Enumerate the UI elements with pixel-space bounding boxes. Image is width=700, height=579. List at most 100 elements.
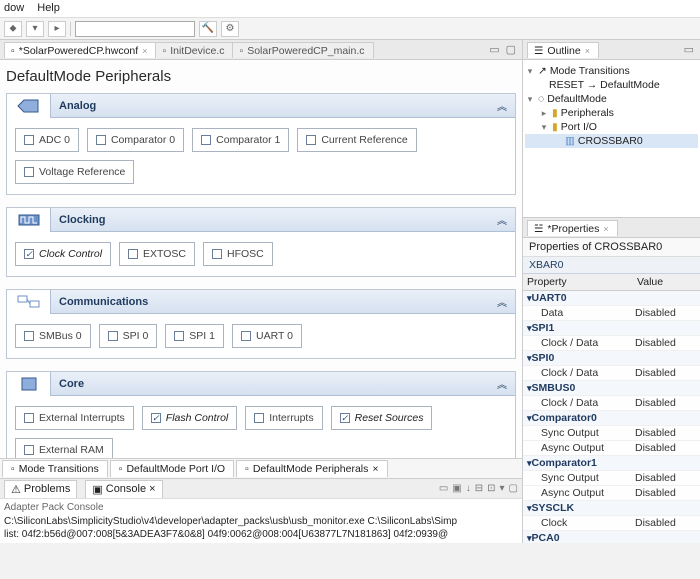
tab-icon: ▫ [11,463,15,475]
properties-tab[interactable]: ☱*Properties× [527,220,618,236]
peripheral-checkbox[interactable]: Voltage Reference [15,160,134,184]
console-tool-7[interactable]: ▢ [509,483,518,494]
peripheral-checkbox[interactable]: Comparator 0 [87,128,184,152]
editor-tab[interactable]: ▫SolarPoweredCP_main.c [232,42,373,58]
console-tool-6[interactable]: ▾ [500,483,505,494]
bars-icon: ▥ [565,135,575,147]
property-row[interactable]: Clock / DataDisabled [523,396,700,411]
property-category[interactable]: ▾SPI0 [523,351,700,366]
menu-help[interactable]: Help [37,2,60,14]
collapse-icon[interactable]: ︽ [497,294,515,309]
console-tool-5[interactable]: ⊡ [487,483,495,494]
property-category[interactable]: ▾SPI1 [523,321,700,336]
outline-tabrow: ☰Outline× ▭ [523,40,700,60]
minimize-icon[interactable]: ▭ [489,43,499,56]
config-button[interactable]: ⚙ [221,21,239,37]
min-icon[interactable]: ▭ [684,43,694,56]
close-icon[interactable]: × [372,463,378,475]
peripheral-checkbox[interactable]: HFOSC [203,242,273,266]
back-button[interactable]: ⬥ [4,21,22,37]
property-category[interactable]: ▾SMBUS0 [523,381,700,396]
collapse-icon[interactable]: ︽ [497,98,515,113]
expand-icon[interactable]: ▸ [539,108,549,119]
console-tool-1[interactable]: ▭ [439,483,448,494]
property-row[interactable]: Clock / DataDisabled [523,366,700,381]
menu-window[interactable]: dow [4,2,24,14]
expand-icon[interactable]: ▾ [527,533,532,543]
outline-tab[interactable]: ☰Outline× [527,42,599,58]
peripheral-checkbox[interactable]: Reset Sources [331,406,433,430]
console-tool-4[interactable]: ⊟ [475,483,483,494]
maximize-icon[interactable]: ▢ [506,43,516,56]
peripheral-checkbox[interactable]: UART 0 [232,324,302,348]
property-row[interactable]: Sync OutputDisabled [523,471,700,486]
expand-icon[interactable]: ▾ [527,503,532,513]
console-tab[interactable]: ▣Console× [85,480,162,498]
property-category[interactable]: ▾Comparator0 [523,411,700,426]
expand-icon[interactable]: ▾ [527,458,532,468]
editor-area: DefaultMode Peripherals Analog︽ADC 0Comp… [0,60,522,458]
peripheral-checkbox[interactable]: External Interrupts [15,406,134,430]
properties-table[interactable]: ▾UART0DataDisabled▾SPI1Clock / DataDisab… [523,291,700,543]
peripheral-checkbox[interactable]: SPI 1 [165,324,224,348]
property-row[interactable]: Async OutputDisabled [523,486,700,501]
editor-tab[interactable]: ▫InitDevice.c [155,42,233,58]
group-title: Core [51,378,497,390]
peripheral-checkbox[interactable]: Flash Control [142,406,237,430]
outline-icon: ☰ [534,45,543,57]
comm-icon [7,290,51,314]
property-row[interactable]: Sync OutputDisabled [523,426,700,441]
checkbox-icon [201,135,211,145]
collapse-icon[interactable]: ︽ [497,212,515,227]
close-icon[interactable]: × [149,483,155,495]
peripheral-checkbox[interactable]: Interrupts [245,406,322,430]
checkbox-icon [24,331,34,341]
collapse-icon[interactable]: ︽ [497,376,515,391]
expand-icon[interactable]: ▾ [527,413,532,423]
peripheral-checkbox[interactable]: ADC 0 [15,128,79,152]
property-category[interactable]: ▾SYSCLK [523,501,700,516]
close-icon[interactable]: × [142,46,147,56]
dropdown-button[interactable]: ▾ [26,21,44,37]
property-category[interactable]: ▾UART0 [523,291,700,306]
build-button[interactable]: 🔨 [199,21,217,37]
editor-tab[interactable]: ▫*SolarPoweredCP.hwconf× [4,42,156,58]
properties-bar[interactable]: XBAR0 [523,257,700,274]
bottom-tab[interactable]: ▫Mode Transitions [2,460,108,477]
expand-icon[interactable]: ▾ [527,323,532,333]
bottom-tab[interactable]: ▫DefaultMode Peripherals × [236,460,387,477]
core-icon [7,372,51,396]
peripheral-checkbox[interactable]: Current Reference [297,128,416,152]
problems-tab[interactable]: ⚠Problems [4,480,77,498]
expand-icon[interactable]: ▾ [527,383,532,393]
checkbox-icon [241,331,251,341]
property-category[interactable]: ▾Comparator1 [523,456,700,471]
property-row[interactable]: DataDisabled [523,306,700,321]
peripheral-checkbox[interactable]: SPI 0 [99,324,158,348]
console-tool-3[interactable]: ↓ [466,483,471,494]
expand-icon[interactable]: ▾ [527,293,532,303]
console-tool-2[interactable]: ▣ [452,483,461,494]
property-row[interactable]: Async OutputDisabled [523,441,700,456]
outline-tree[interactable]: ▾↗Mode Transitions RESET → DefaultMode ▾… [523,60,700,218]
peripheral-checkbox[interactable]: EXTOSC [119,242,195,266]
expand-icon[interactable]: ▾ [527,353,532,363]
tree-item-crossbar0[interactable]: ▥CROSSBAR0 [525,134,698,148]
property-row[interactable]: ClockDisabled [523,516,700,531]
peripheral-checkbox[interactable]: Clock Control [15,242,111,266]
bottom-tab[interactable]: ▫DefaultMode Port I/O [110,460,234,477]
peripheral-checkbox[interactable]: SMBus 0 [15,324,91,348]
forward-button[interactable]: ▸ [48,21,66,37]
editor-tabrow: ▫*SolarPoweredCP.hwconf×▫InitDevice.c▫So… [0,40,522,60]
checkbox-icon [340,413,350,423]
expand-icon[interactable]: ▾ [539,122,549,133]
peripheral-checkbox[interactable]: External RAM [15,438,113,458]
console-panel: ⚠Problems ▣Console× ▭ ▣ ↓ ⊟ ⊡ ▾ ▢ Adapte… [0,478,522,543]
expand-icon[interactable]: ▾ [525,94,535,105]
property-row[interactable]: Clock / DataDisabled [523,336,700,351]
property-category[interactable]: ▾PCA0 [523,531,700,543]
checkbox-icon [174,331,184,341]
expand-icon[interactable]: ▾ [525,66,535,77]
search-input[interactable] [75,21,195,37]
peripheral-checkbox[interactable]: Comparator 1 [192,128,289,152]
